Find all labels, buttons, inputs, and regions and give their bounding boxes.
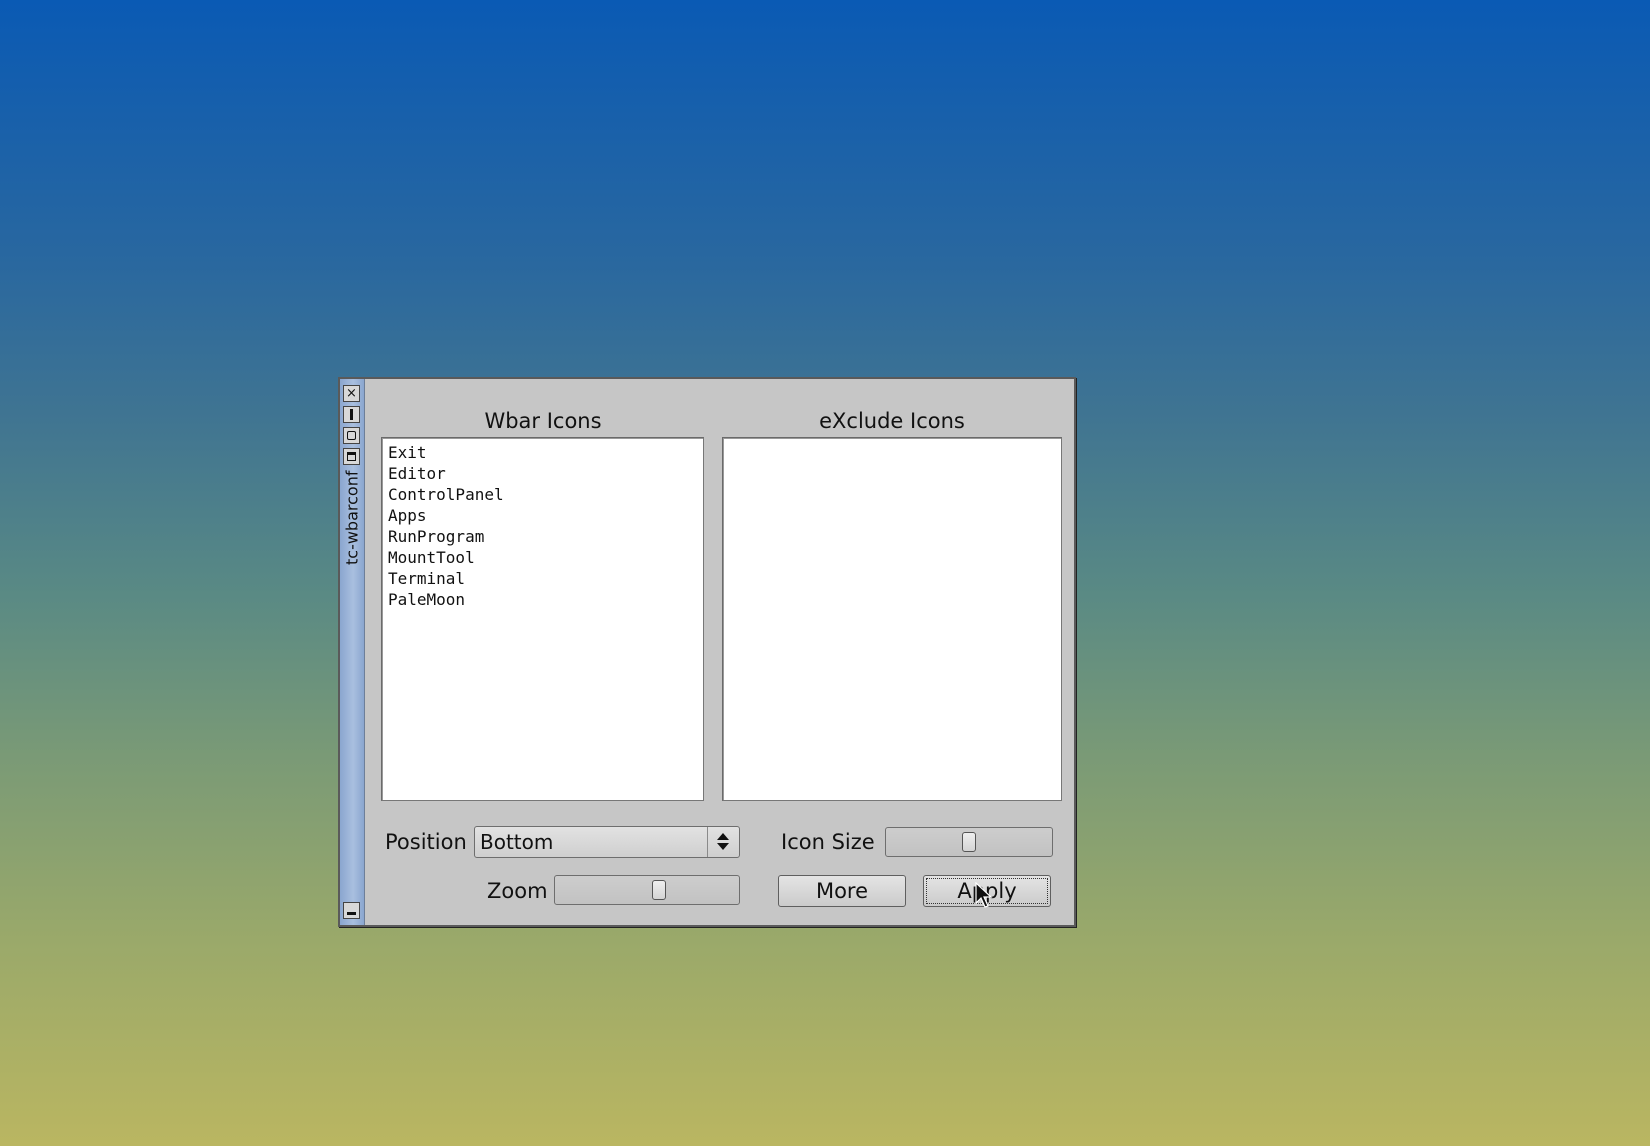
position-value: Bottom [480, 830, 554, 854]
zoom-slider-thumb[interactable] [652, 880, 666, 900]
window-titlebar[interactable]: × tc-wbarconf [340, 379, 365, 925]
window-menu-icon[interactable] [343, 902, 360, 919]
minimize-icon[interactable] [343, 406, 360, 423]
icon-size-slider-thumb[interactable] [962, 832, 976, 852]
zoom-label: Zoom [487, 879, 548, 903]
wbarconf-window: × tc-wbarconf Wbar Icons eXclude Icons E… [338, 377, 1076, 927]
wbar-icons-label: Wbar Icons [484, 409, 602, 433]
wbar-icons-list[interactable]: Exit Editor ControlPanel Apps RunProgram Moun… [381, 437, 704, 801]
list-item[interactable]: Exit [388, 442, 703, 463]
exclude-icons-label: eXclude Icons [819, 409, 965, 433]
list-item[interactable]: RunProgram [388, 526, 703, 547]
updown-arrows-icon [707, 827, 739, 857]
list-item[interactable]: Apps [388, 505, 703, 526]
icon-size-slider[interactable] [885, 827, 1053, 857]
maximize-icon[interactable] [343, 427, 360, 444]
shade-icon[interactable] [343, 448, 360, 465]
list-item[interactable]: Editor [388, 463, 703, 484]
more-button[interactable]: More [778, 875, 906, 907]
list-item[interactable]: MountTool [388, 547, 703, 568]
position-label: Position [385, 830, 467, 854]
zoom-slider[interactable] [554, 875, 740, 905]
apply-button-label: Apply [957, 879, 1017, 903]
apply-button[interactable]: Apply [923, 875, 1051, 907]
close-icon[interactable]: × [343, 385, 360, 402]
icon-size-label: Icon Size [781, 830, 875, 854]
list-item[interactable]: PaleMoon [388, 589, 703, 610]
exclude-icons-list[interactable] [722, 437, 1062, 801]
list-item[interactable]: ControlPanel [388, 484, 703, 505]
list-item[interactable]: Terminal [388, 568, 703, 589]
position-select[interactable]: Bottom [474, 826, 740, 858]
window-title: tc-wbarconf [342, 471, 362, 566]
